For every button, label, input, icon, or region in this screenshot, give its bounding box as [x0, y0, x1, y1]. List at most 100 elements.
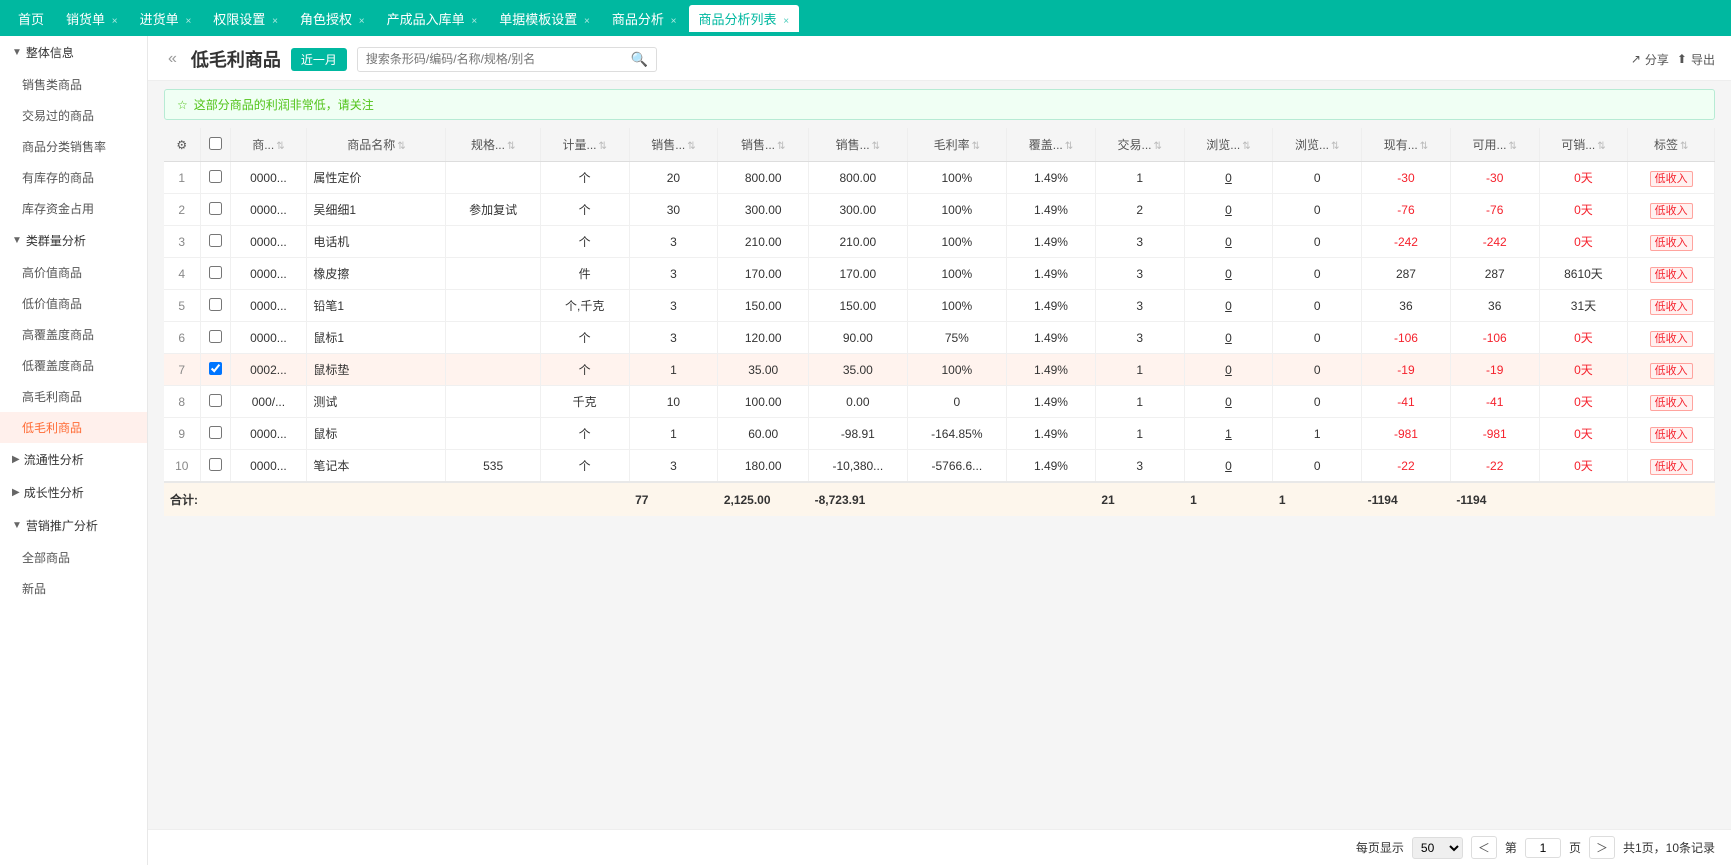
row-check-8[interactable]: [200, 418, 230, 450]
nav-close-analysis[interactable]: ×: [668, 16, 677, 27]
row-name-7[interactable]: 测试: [307, 386, 446, 418]
col-settings[interactable]: ⚙: [164, 128, 200, 162]
row-name-8[interactable]: 鼠标: [307, 418, 446, 450]
row-name-0[interactable]: 属性定价: [307, 162, 446, 194]
sort-icon-margin[interactable]: ⇅: [972, 141, 980, 152]
sidebar-item-category-rate[interactable]: 商品分类销售率: [0, 131, 147, 162]
row-check-9[interactable]: [200, 450, 230, 483]
row-name-3[interactable]: 橡皮擦: [307, 258, 446, 290]
sort-icon-sellable[interactable]: ⇅: [1597, 141, 1605, 152]
nav-products[interactable]: 产成品入库单 ×: [377, 5, 488, 32]
row-browse1-7[interactable]: 0: [1184, 386, 1273, 418]
sort-icon-qty[interactable]: ⇅: [687, 141, 695, 152]
sort-icon-name[interactable]: ⇅: [397, 141, 405, 152]
sidebar-item-new-goods[interactable]: 新品: [0, 573, 147, 604]
select-all-checkbox[interactable]: [209, 137, 222, 150]
sidebar-collapse-btn[interactable]: «: [164, 50, 181, 68]
share-button[interactable]: ↗ 分享: [1631, 51, 1669, 68]
sort-icon-code[interactable]: ⇅: [276, 141, 284, 152]
sidebar-item-sales-goods[interactable]: 销售类商品: [0, 69, 147, 100]
row-browse1-5[interactable]: 0: [1184, 322, 1273, 354]
row-name-6[interactable]: 鼠标垫: [307, 354, 446, 386]
nav-analysis[interactable]: 商品分析 ×: [602, 5, 687, 32]
row-check-0[interactable]: [200, 162, 230, 194]
nav-close-analysis-list[interactable]: ×: [781, 16, 790, 27]
sidebar-group-flow[interactable]: ▶ 流通性分析: [0, 443, 147, 476]
page-input[interactable]: [1525, 838, 1561, 858]
nav-home[interactable]: 首页: [8, 5, 54, 32]
sidebar-group-cluster[interactable]: ▼ 类群量分析: [0, 224, 147, 257]
row-check-5[interactable]: [200, 322, 230, 354]
sidebar-item-high-value[interactable]: 高价值商品: [0, 257, 147, 288]
sort-icon-coverage[interactable]: ⇅: [1065, 141, 1073, 152]
row-check-2[interactable]: [200, 226, 230, 258]
page-size-select[interactable]: 50 100 200: [1412, 837, 1463, 859]
sort-icon-transaction[interactable]: ⇅: [1154, 141, 1162, 152]
nav-close-sales[interactable]: ×: [109, 16, 118, 27]
row-sales-qty-3: 3: [629, 258, 718, 290]
sidebar-item-stock-capital[interactable]: 库存资金占用: [0, 193, 147, 224]
row-browse1-8[interactable]: 1: [1184, 418, 1273, 450]
row-sales-amount-9: -10,380...: [809, 450, 907, 483]
sort-icon-price[interactable]: ⇅: [777, 141, 785, 152]
sort-icon-browse1[interactable]: ⇅: [1242, 141, 1250, 152]
sidebar-item-traded-goods[interactable]: 交易过的商品: [0, 100, 147, 131]
prev-page-btn[interactable]: ＜: [1471, 836, 1497, 859]
sidebar-item-stock-goods[interactable]: 有库存的商品: [0, 162, 147, 193]
sort-icon-spec[interactable]: ⇅: [507, 141, 515, 152]
sort-icon-unit[interactable]: ⇅: [599, 141, 607, 152]
next-page-btn[interactable]: ＞: [1589, 836, 1615, 859]
row-check-3[interactable]: [200, 258, 230, 290]
col-checkbox[interactable]: [200, 128, 230, 162]
row-name-9[interactable]: 笔记本: [307, 450, 446, 483]
row-tag-5: 低收入: [1628, 322, 1715, 354]
footer-browse1: 1: [1184, 482, 1273, 516]
sidebar-item-low-coverage[interactable]: 低覆盖度商品: [0, 350, 147, 381]
sidebar-group-overall[interactable]: ▼ 整体信息: [0, 36, 147, 69]
row-browse1-1[interactable]: 0: [1184, 194, 1273, 226]
row-code-5: 0000...: [230, 322, 307, 354]
nav-close-purchase[interactable]: ×: [183, 16, 192, 27]
nav-roles[interactable]: 角色授权 ×: [290, 5, 375, 32]
sidebar-item-high-coverage[interactable]: 高覆盖度商品: [0, 319, 147, 350]
row-browse1-6[interactable]: 0: [1184, 354, 1273, 386]
nav-close-roles[interactable]: ×: [356, 16, 365, 27]
sidebar-item-all-goods[interactable]: 全部商品: [0, 542, 147, 573]
export-button[interactable]: ⬆ 导出: [1677, 51, 1715, 68]
sort-icon-amount[interactable]: ⇅: [872, 141, 880, 152]
filter-period-btn[interactable]: 近一月: [291, 48, 347, 71]
row-name-5[interactable]: 鼠标1: [307, 322, 446, 354]
sidebar-item-high-margin[interactable]: 高毛利商品: [0, 381, 147, 412]
row-name-4[interactable]: 铅笔1: [307, 290, 446, 322]
row-browse1-4[interactable]: 0: [1184, 290, 1273, 322]
nav-purchase[interactable]: 进货单 ×: [130, 5, 202, 32]
nav-close-permissions[interactable]: ×: [269, 16, 278, 27]
sidebar-group-growth[interactable]: ▶ 成长性分析: [0, 476, 147, 509]
sidebar-item-low-margin[interactable]: 低毛利商品: [0, 412, 147, 443]
sort-icon-current[interactable]: ⇅: [1420, 141, 1428, 152]
row-browse1-3[interactable]: 0: [1184, 258, 1273, 290]
row-check-7[interactable]: [200, 386, 230, 418]
nav-templates[interactable]: 单据模板设置 ×: [489, 5, 600, 32]
sort-icon-browse2[interactable]: ⇅: [1331, 141, 1339, 152]
sort-icon-available[interactable]: ⇅: [1509, 141, 1517, 152]
nav-close-templates[interactable]: ×: [581, 16, 590, 27]
nav-analysis-list[interactable]: 商品分析列表 ×: [689, 5, 800, 32]
nav-permissions[interactable]: 权限设置 ×: [203, 5, 288, 32]
sort-icon-tag[interactable]: ⇅: [1680, 141, 1688, 152]
row-check-1[interactable]: [200, 194, 230, 226]
sidebar-group-marketing[interactable]: ▼ 营销推广分析: [0, 509, 147, 542]
nav-close-products[interactable]: ×: [469, 16, 478, 27]
row-check-6[interactable]: [200, 354, 230, 386]
row-name-1[interactable]: 吴细细1: [307, 194, 446, 226]
row-browse1-9[interactable]: 0: [1184, 450, 1273, 483]
row-available-6: -19: [1450, 354, 1539, 386]
search-input[interactable]: [366, 52, 631, 66]
row-name-2[interactable]: 电话机: [307, 226, 446, 258]
row-browse1-0[interactable]: 0: [1184, 162, 1273, 194]
row-browse1-2[interactable]: 0: [1184, 226, 1273, 258]
row-check-4[interactable]: [200, 290, 230, 322]
nav-sales[interactable]: 销货单 ×: [56, 5, 128, 32]
sidebar-item-low-value[interactable]: 低价值商品: [0, 288, 147, 319]
row-sales-amount-6: 35.00: [809, 354, 907, 386]
